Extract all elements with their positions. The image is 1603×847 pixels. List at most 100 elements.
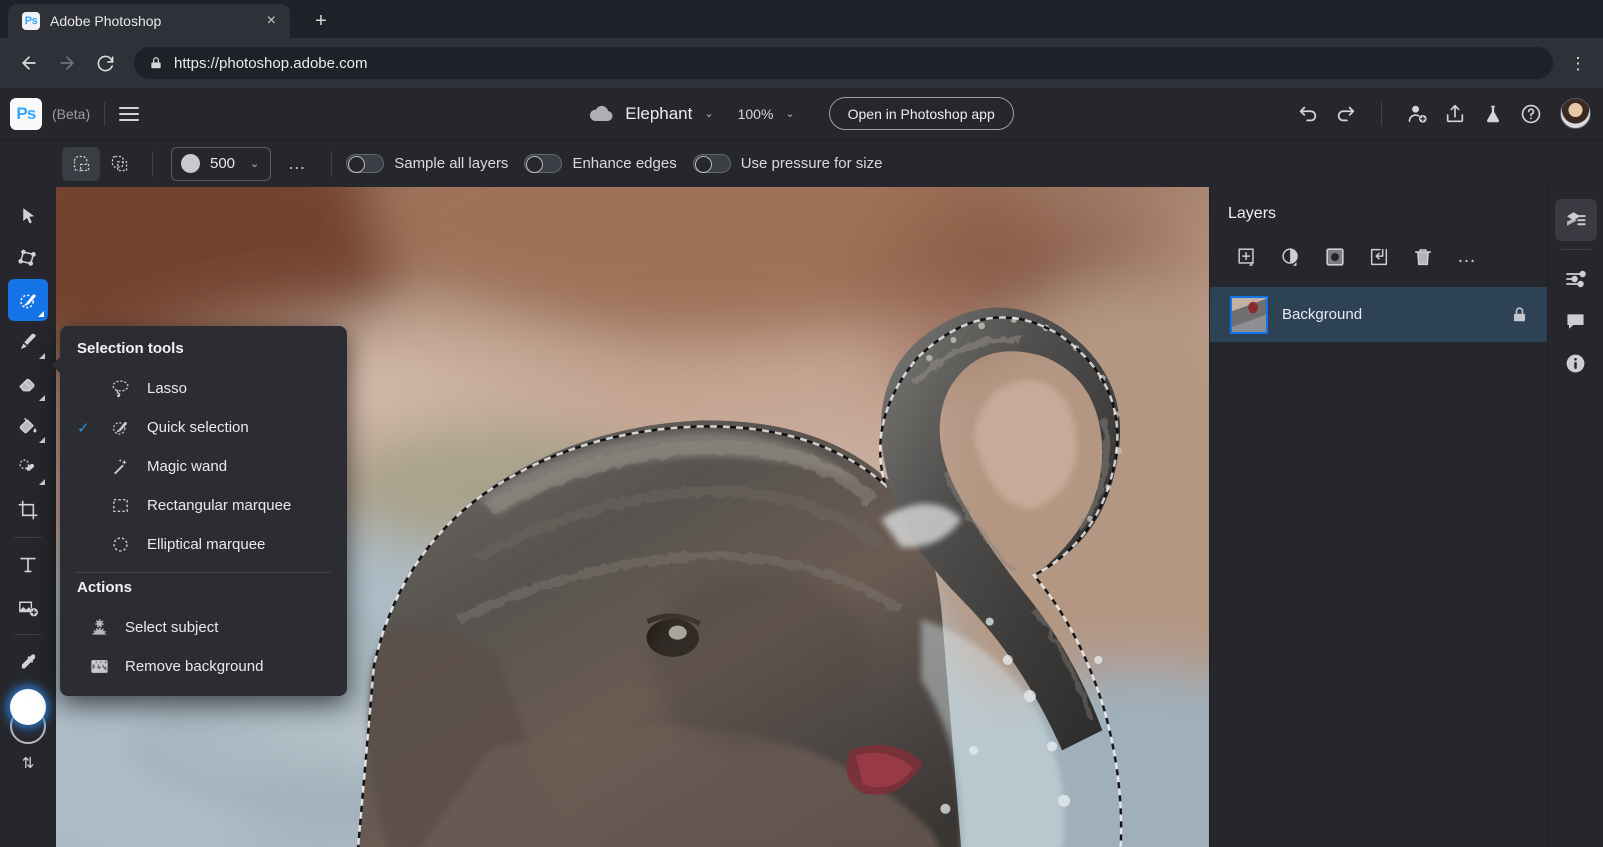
app-header: Ps (Beta) Elephant ⌄ 100% ⌄ Open in Phot… — [0, 88, 1603, 139]
document-title: Elephant — [625, 103, 693, 123]
transform-tool[interactable] — [8, 237, 48, 279]
tool-divider — [14, 537, 42, 538]
help-icon[interactable] — [1514, 97, 1548, 131]
logo-text: Ps — [16, 103, 36, 123]
layer-thumbnail — [1230, 295, 1268, 334]
delete-layer-icon[interactable] — [1404, 241, 1442, 273]
flyout-item-elliptical-marquee[interactable]: Elliptical marquee — [60, 525, 347, 564]
browser-menu-icon[interactable]: ⋮ — [1565, 55, 1591, 72]
options-divider-1 — [152, 150, 153, 177]
eyedropper-tool[interactable] — [8, 641, 48, 683]
eraser-tool[interactable] — [8, 363, 48, 405]
flyout-item-label: Remove background — [125, 658, 264, 675]
user-avatar[interactable] — [1560, 98, 1591, 129]
browser-nav-bar: https://photoshop.adobe.com ⋮ — [0, 38, 1603, 88]
lasso-icon — [107, 378, 133, 399]
brush-tool[interactable] — [8, 321, 48, 363]
quick-selection-tool[interactable] — [8, 279, 48, 321]
invite-user-icon[interactable] — [1400, 97, 1434, 131]
place-image-tool[interactable] — [8, 586, 48, 628]
import-layer-icon[interactable] — [1360, 241, 1398, 273]
subtract-from-selection-button[interactable] — [100, 147, 138, 181]
lock-icon[interactable] — [1510, 305, 1529, 324]
healing-brush-tool[interactable] — [8, 447, 48, 489]
redo-icon[interactable] — [1329, 97, 1363, 131]
document-chevron-down-icon[interactable]: ⌄ — [704, 107, 713, 120]
more-options-icon[interactable]: … — [277, 147, 317, 181]
back-icon[interactable] — [12, 46, 46, 80]
table-row[interactable]: Background — [1210, 287, 1547, 342]
paint-bucket-tool[interactable] — [8, 405, 48, 447]
brush-size-value: 500 — [210, 155, 236, 172]
flyout-item-magic-wand[interactable]: Magic wand — [60, 447, 347, 486]
address-bar[interactable]: https://photoshop.adobe.com — [134, 47, 1553, 79]
flyout-section-title-tools: Selection tools — [77, 340, 184, 357]
type-tool[interactable] — [8, 544, 48, 586]
use-pressure-for-size-switch[interactable] — [692, 154, 731, 173]
sample-all-layers-label: Sample all layers — [394, 155, 509, 172]
open-in-photoshop-app-button[interactable]: Open in Photoshop app — [828, 97, 1014, 130]
use-pressure-for-size-label: Use pressure for size — [740, 155, 883, 172]
crop-tool[interactable] — [8, 489, 48, 531]
comments-panel-icon[interactable] — [1555, 300, 1597, 342]
layer-more-icon[interactable]: … — [1448, 241, 1486, 273]
move-tool[interactable] — [8, 195, 48, 237]
properties-panel-icon[interactable] — [1555, 258, 1597, 300]
flyout-item-select-subject[interactable]: Select subject — [60, 608, 347, 647]
zoom-chevron-down-icon[interactable]: ⌄ — [785, 107, 794, 120]
layer-name: Background — [1282, 306, 1363, 323]
photoshop-app: Ps (Beta) Elephant ⌄ 100% ⌄ Open in Phot… — [0, 88, 1603, 847]
adjustment-layer-icon[interactable] — [1272, 241, 1310, 273]
share-icon[interactable] — [1438, 97, 1472, 131]
flyout-item-label: Elliptical marquee — [147, 536, 266, 553]
forward-icon[interactable] — [50, 46, 84, 80]
layers-panel-icon[interactable] — [1554, 199, 1597, 241]
selection-tools-flyout: Selection tools Lasso ✓ Quick selection … — [52, 326, 347, 696]
sample-all-layers-switch[interactable] — [346, 154, 385, 173]
hamburger-menu-icon[interactable] — [119, 106, 140, 121]
flyout-item-quick-selection[interactable]: ✓ Quick selection — [60, 408, 347, 447]
flyout-item-label: Magic wand — [147, 458, 228, 475]
flyout-item-remove-background[interactable]: Remove background — [60, 647, 347, 686]
color-swatches: ⇅ — [10, 689, 46, 772]
browser-tab-bar: Ps Adobe Photoshop × + — [0, 0, 1603, 38]
remove-background-icon — [86, 656, 112, 677]
panel-rail — [1547, 187, 1603, 847]
foreground-color-swatch[interactable] — [10, 689, 46, 725]
close-icon[interactable]: × — [265, 13, 278, 29]
new-tab-button[interactable]: + — [304, 4, 338, 38]
flyout-item-rectangular-marquee[interactable]: Rectangular marquee — [60, 486, 347, 525]
header-actions — [1291, 97, 1591, 131]
undo-icon[interactable] — [1291, 97, 1325, 131]
browser-tab[interactable]: Ps Adobe Photoshop × — [8, 4, 290, 38]
tool-divider-2 — [14, 634, 42, 635]
flyout-section-title-actions: Actions — [77, 579, 133, 596]
check-icon: ✓ — [77, 419, 90, 437]
zoom-level: 100% — [737, 105, 774, 122]
header-divider-2 — [1381, 101, 1382, 126]
favicon-text: Ps — [24, 15, 38, 27]
toggle-use-pressure-for-size: Use pressure for size — [692, 154, 883, 173]
brush-preview-icon — [181, 154, 200, 173]
enhance-edges-switch[interactable] — [524, 154, 563, 173]
quick-selection-icon — [107, 417, 133, 438]
brush-chevron-down-icon[interactable]: ⌄ — [250, 157, 259, 170]
flyout-item-label: Select subject — [125, 619, 219, 636]
beta-flask-icon[interactable] — [1476, 97, 1510, 131]
reload-icon[interactable] — [88, 46, 122, 80]
toggle-enhance-edges: Enhance edges — [524, 154, 677, 173]
layer-mask-icon[interactable] — [1316, 241, 1354, 273]
layers-panel-toolbar: … — [1210, 223, 1547, 287]
flyout-item-label: Quick selection — [147, 419, 249, 436]
info-panel-icon[interactable] — [1555, 342, 1597, 384]
swap-colors-icon[interactable]: ⇅ — [22, 754, 35, 772]
header-divider — [104, 101, 106, 126]
rectangular-marquee-icon — [107, 495, 133, 516]
add-layer-icon[interactable] — [1228, 241, 1266, 273]
brush-size-control[interactable]: 500 ⌄ — [171, 146, 272, 181]
flyout-item-label: Rectangular marquee — [147, 497, 292, 514]
add-to-selection-button[interactable] — [62, 146, 100, 181]
photoshop-logo-icon[interactable]: Ps — [10, 97, 42, 130]
flyout-item-lasso[interactable]: Lasso — [60, 369, 347, 408]
layers-panel: Layers … Background — [1209, 187, 1547, 847]
